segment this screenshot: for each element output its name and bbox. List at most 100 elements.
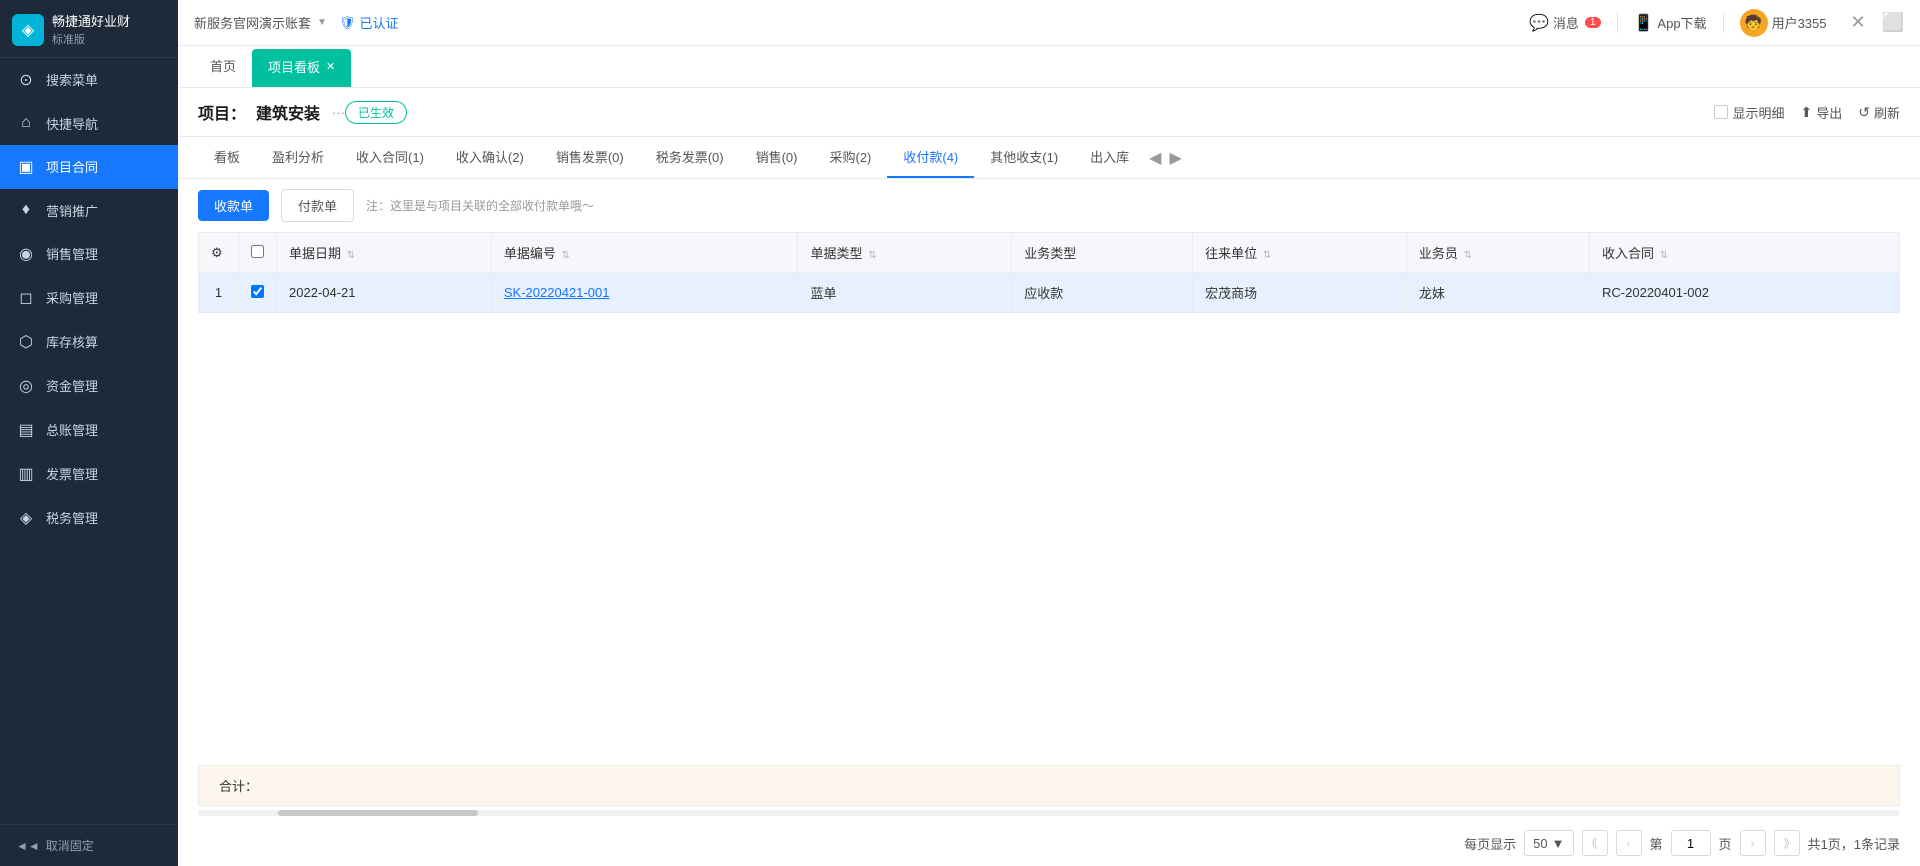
sidebar-item-marketing[interactable]: ♦ 营销推广 [0,189,178,232]
sidebar-label-marketing: 营销推广 [46,201,98,220]
topbar-left: 新服务官网演示账套 ▼ 🛡 已认证 [194,13,398,32]
sidebar-item-tax[interactable]: ◈税务管理 [0,496,178,540]
receipts-button[interactable]: 收款单 [198,190,269,221]
more-options-icon[interactable]: ··· [332,105,345,120]
subnav-item-income-confirm[interactable]: 收入确认(2) [440,137,540,178]
sidebar-item-inventory[interactable]: ⬡库存核算 [0,320,178,364]
sub-navigation: 看板盈利分析收入合同(1)收入确认(2)销售发票(0)税务发票(0)销售(0)采… [178,137,1920,179]
subnav-item-receipts[interactable]: 收付款(4) [887,137,974,178]
nav-next-arrow[interactable]: ▶ [1165,138,1185,178]
subnav-item-tax-invoice[interactable]: 税务发票(0) [640,137,740,178]
col-check[interactable] [239,233,277,273]
topbar-right: 💬 消息 1 📱 App下载 🧒 用户3355 ✕ ⬜ [1529,9,1904,37]
sidebar-label-project: 项目合同 [46,157,98,176]
pagination: 每页显示 50 ▼ ⟪ ‹ 第 页 › ⟫ 共1页，1条记录 [178,820,1920,866]
window-maximize-button[interactable]: ⬜ [1882,12,1904,33]
sidebar-item-project[interactable]: ▣ 项目合同 [0,145,178,189]
subnav-item-other-expense[interactable]: 其他收支(1) [974,137,1074,178]
account-selector[interactable]: 新服务官网演示账套 ▼ [194,13,327,32]
project-name: 建筑安装 [256,100,320,124]
last-page-button[interactable]: ⟫ [1774,830,1800,856]
total-label: 合计： [219,776,258,795]
sidebar-item-shortcut[interactable]: ⌂快捷导航 [0,102,178,145]
unpin-icon: ◄◄ [16,839,40,853]
tax-icon: ◈ [16,508,36,528]
next-page-button[interactable]: › [1740,830,1766,856]
col-type[interactable]: 单据类型 ⇅ [798,233,1012,273]
horizontal-scrollbar[interactable] [178,806,1920,820]
sort-salesman-icon: ⇅ [1463,250,1471,261]
subnav-item-sales-invoice[interactable]: 销售发票(0) [540,137,640,178]
first-page-button[interactable]: ⟪ [1582,830,1608,856]
subnav-item-profit[interactable]: 盈利分析 [256,137,340,178]
logo-subtitle: 标准版 [52,31,130,47]
app-download-button[interactable]: 📱 App下载 [1634,13,1707,33]
sidebar-footer-unpin[interactable]: ◄◄ 取消固定 [0,824,178,866]
app-label: App下载 [1657,13,1706,32]
col-contract[interactable]: 收入合同 ⇅ [1590,233,1900,273]
select-all-checkbox[interactable] [251,245,264,258]
user-avatar: 🧒 [1740,9,1768,37]
payments-button[interactable]: 付款单 [281,189,354,222]
main-content: 新服务官网演示账套 ▼ 🛡 已认证 💬 消息 1 📱 App下载 🧒 用 [178,0,1920,866]
row-partner-0: 宏茂商场 [1193,273,1407,313]
refresh-button[interactable]: ↺ 刷新 [1858,103,1900,122]
tab-home[interactable]: 首页 [194,46,252,88]
subnav-item-board[interactable]: 看板 [198,137,256,178]
sidebar-item-ledger[interactable]: ▤总账管理 [0,408,178,452]
col-salesman[interactable]: 业务员 ⇅ [1406,233,1589,273]
nav-prev-arrow[interactable]: ◀ [1145,138,1165,178]
export-button[interactable]: ⬆ 导出 [1801,103,1843,122]
marketing-icon: ♦ [16,201,36,219]
subnav-item-sales[interactable]: 销售(0) [740,137,814,178]
sort-date-icon: ⇅ [347,250,355,261]
message-label: 消息 [1553,13,1579,32]
scrollbar-thumb[interactable] [278,810,478,816]
scrollbar-track [198,810,1900,816]
inventory-icon: ⬡ [16,332,36,352]
sidebar-label-ledger: 总账管理 [46,420,98,439]
export-icon: ⬆ [1801,104,1813,121]
message-button[interactable]: 💬 消息 1 [1529,13,1601,33]
per-page-select[interactable]: 50 ▼ [1524,830,1573,856]
sidebar-item-funds[interactable]: ◎资金管理 [0,364,178,408]
page-header-actions: 显示明细 ⬆ 导出 ↺ 刷新 [1714,103,1900,122]
subnav-item-inventory[interactable]: 出入库 [1074,137,1145,178]
col-biz-type: 业务类型 [1012,233,1193,273]
page-suffix: 页 [1719,834,1732,853]
subnav-item-income-contract[interactable]: 收入合同(1) [340,137,440,178]
sort-partner-icon: ⇅ [1263,250,1271,261]
sidebar-item-sales[interactable]: ◉销售管理 [0,232,178,276]
tab-project-board[interactable]: 项目看板 ✕ [252,49,351,87]
col-gear[interactable]: ⚙ [199,233,239,273]
col-code[interactable]: 单据编号 ⇅ [491,233,798,273]
row-check-0[interactable] [239,273,277,313]
total-pages-label: 共1页，1条记录 [1808,834,1900,853]
refresh-label: 刷新 [1874,103,1900,122]
col-partner[interactable]: 往来单位 ⇅ [1193,233,1407,273]
col-date[interactable]: 单据日期 ⇅ [277,233,492,273]
sidebar-item-search[interactable]: ⊙搜索菜单 [0,58,178,102]
data-table: ⚙ 单据日期 ⇅ 单据编号 ⇅ 单据类型 ⇅ 业务类型 往来单位 ⇅ 业务员 ⇅… [198,232,1900,313]
sort-contract-icon: ⇅ [1660,250,1668,261]
certified-icon: 🛡 [339,15,356,31]
show-detail-checkbox-box[interactable] [1714,105,1728,119]
purchase-icon: ◻ [16,288,36,308]
project-icon: ▣ [16,157,36,177]
funds-icon: ◎ [16,376,36,396]
row-code-0[interactable]: SK-20220421-001 [491,273,798,313]
window-close-button[interactable]: ✕ [1850,12,1865,33]
sidebar: ◈ 畅捷通好业财 标准版 ⊙搜索菜单⌂快捷导航▣项目合同♦营销推广◉销售管理◻采… [0,0,178,866]
subnav-item-purchase[interactable]: 采购(2) [813,137,887,178]
unpin-label: 取消固定 [46,837,94,854]
row-contract-0: RC-20220401-002 [1590,273,1900,313]
topbar: 新服务官网演示账套 ▼ 🛡 已认证 💬 消息 1 📱 App下载 🧒 用 [178,0,1920,46]
sidebar-item-invoice[interactable]: ▥发票管理 [0,452,178,496]
sidebar-item-purchase[interactable]: ◻采购管理 [0,276,178,320]
user-menu[interactable]: 🧒 用户3355 [1740,9,1827,37]
prev-page-button[interactable]: ‹ [1616,830,1642,856]
tab-close-icon[interactable]: ✕ [326,60,335,73]
show-detail-checkbox[interactable]: 显示明细 [1714,103,1784,122]
table-container: ⚙ 单据日期 ⇅ 单据编号 ⇅ 单据类型 ⇅ 业务类型 往来单位 ⇅ 业务员 ⇅… [178,232,1920,765]
page-input[interactable] [1671,830,1711,856]
